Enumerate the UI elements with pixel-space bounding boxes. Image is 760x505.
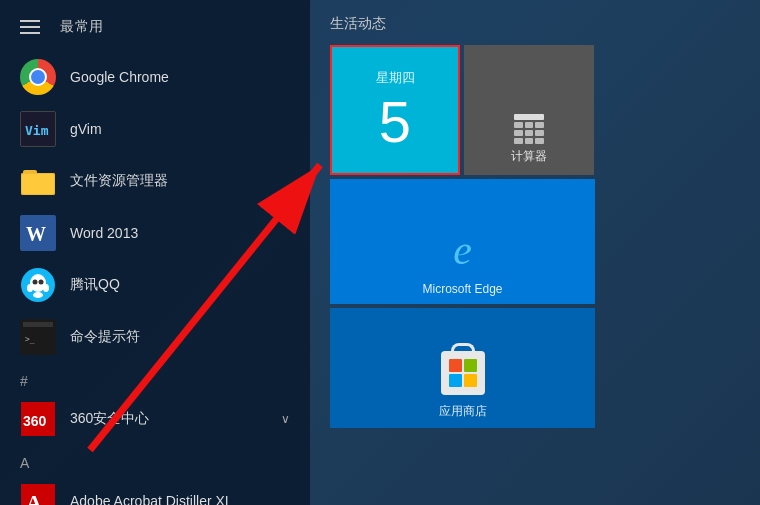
- left-panel: 最常用 Google Chrome Vim gVim: [0, 0, 310, 505]
- svg-point-14: [33, 292, 43, 298]
- svg-text:>_: >_: [25, 335, 35, 344]
- app-item-word[interactable]: W Word 2013: [0, 207, 310, 259]
- app-item-360[interactable]: 360 360安全中心 ∨: [0, 393, 310, 445]
- svg-rect-16: [23, 322, 53, 327]
- folder-icon: [20, 163, 56, 199]
- app-360-left: 360 360安全中心: [20, 401, 149, 437]
- frequent-title: 最常用: [60, 18, 104, 36]
- live-tiles-title: 生活动态: [330, 15, 740, 33]
- app-item-qq[interactable]: 腾讯QQ: [0, 259, 310, 311]
- explorer-label: 文件资源管理器: [70, 172, 168, 190]
- svg-point-12: [27, 284, 33, 292]
- store-label: 应用商店: [439, 403, 487, 420]
- app-item-explorer[interactable]: 文件资源管理器: [0, 155, 310, 207]
- vim-label: gVim: [70, 121, 102, 137]
- cmd-label: 命令提示符: [70, 328, 140, 346]
- word-label: Word 2013: [70, 225, 138, 241]
- svg-text:W: W: [26, 223, 46, 245]
- app-item-acrobat[interactable]: A Adobe Acrobat Distiller XI: [0, 475, 310, 505]
- cmd-icon: >_: [20, 319, 56, 355]
- hamburger-button[interactable]: [20, 20, 40, 34]
- svg-point-11: [39, 280, 44, 285]
- tile-calculator[interactable]: 计算器: [464, 45, 594, 175]
- qq-label: 腾讯QQ: [70, 276, 120, 294]
- app-item-vim[interactable]: Vim gVim: [0, 103, 310, 155]
- calculator-icon: [514, 114, 544, 144]
- tile-store[interactable]: 应用商店: [330, 308, 595, 428]
- calendar-day-number: 5: [379, 93, 411, 151]
- svg-text:360: 360: [23, 413, 47, 429]
- svg-text:A: A: [26, 490, 42, 505]
- word-icon: W: [20, 215, 56, 251]
- app-item-cmd[interactable]: >_ 命令提示符: [0, 311, 310, 363]
- svg-point-13: [43, 284, 49, 292]
- qq-icon: [20, 267, 56, 303]
- tile-edge[interactable]: e Microsoft Edge: [330, 179, 595, 304]
- right-panel: 生活动态 星期四 5 计算器 e Microsoft Edge: [310, 0, 760, 505]
- chrome-app-icon: [20, 59, 56, 95]
- edge-label: Microsoft Edge: [422, 282, 502, 296]
- section-hash: #: [0, 363, 310, 393]
- apps-list: Google Chrome Vim gVim: [0, 46, 310, 505]
- icon-360: 360: [20, 401, 56, 437]
- calculator-label: 计算器: [511, 148, 547, 165]
- label-360: 360安全中心: [70, 410, 149, 428]
- chrome-icon: [20, 59, 56, 95]
- app-item-chrome[interactable]: Google Chrome: [0, 51, 310, 103]
- tile-calendar[interactable]: 星期四 5: [330, 45, 460, 175]
- svg-rect-5: [22, 174, 54, 194]
- acrobat-icon: A: [20, 483, 56, 505]
- edge-logo-icon: e: [453, 226, 472, 274]
- section-a: A: [0, 445, 310, 475]
- acrobat-label: Adobe Acrobat Distiller XI: [70, 493, 229, 505]
- vim-icon: Vim: [20, 111, 56, 147]
- svg-text:Vim: Vim: [25, 123, 49, 138]
- calendar-day-name: 星期四: [376, 69, 415, 87]
- start-menu: 最常用 Google Chrome Vim gVim: [0, 0, 760, 505]
- tiles-grid: 星期四 5 计算器 e Microsoft Edge: [330, 45, 740, 428]
- store-bag-icon: [441, 351, 485, 395]
- menu-header: 最常用: [0, 0, 310, 46]
- store-bag-windows-logo: [449, 359, 477, 387]
- chevron-icon: ∨: [281, 412, 290, 426]
- chrome-label: Google Chrome: [70, 69, 169, 85]
- svg-point-10: [33, 280, 38, 285]
